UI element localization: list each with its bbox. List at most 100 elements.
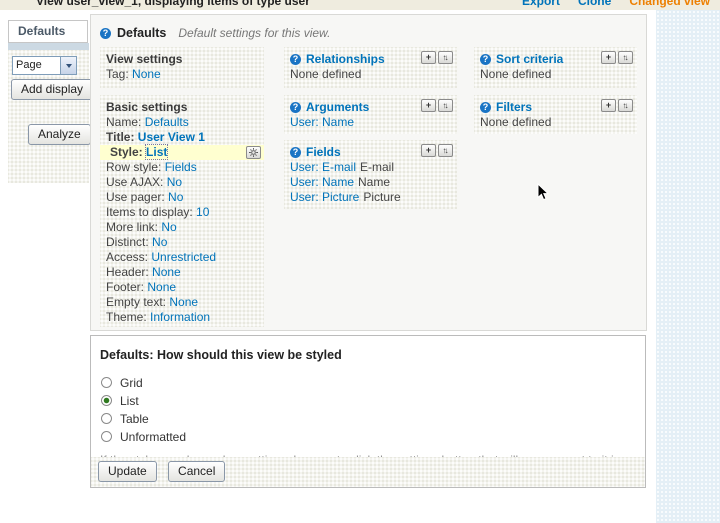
add-display-button[interactable]: Add display	[11, 79, 93, 100]
field-link[interactable]: User: Name	[290, 175, 354, 189]
fields-section: + ↑↓ ? Fields User: E-mail E-mail User: N…	[284, 140, 457, 209]
form-button-bar: Update Cancel	[91, 457, 645, 487]
cancel-button[interactable]: Cancel	[168, 461, 225, 482]
setting-label: Footer:	[106, 280, 144, 294]
view-settings-title: View settings	[106, 51, 258, 67]
row-style-value-link[interactable]: Fields	[165, 160, 197, 174]
help-icon[interactable]: ?	[480, 54, 491, 65]
field-item: User: E-mail E-mail	[290, 160, 451, 175]
field-suffix: E-mail	[360, 160, 394, 174]
theme-setting-row: Theme: Information	[106, 310, 258, 325]
use-pager-value-link[interactable]: No	[168, 190, 183, 204]
clone-link[interactable]: Clone	[578, 0, 611, 8]
basic-settings-title: Basic settings	[106, 99, 258, 115]
help-icon[interactable]: ?	[480, 102, 491, 113]
name-value-link[interactable]: Defaults	[145, 115, 189, 129]
more-link-value-link[interactable]: No	[161, 220, 176, 234]
panel-header: ? Defaults Default settings for this vie…	[100, 26, 330, 40]
items-to-display-value-link[interactable]: 10	[196, 205, 209, 219]
footer-setting-row: Footer: None	[106, 280, 258, 295]
tab-defaults[interactable]: Defaults	[8, 20, 88, 43]
display-type-select-value: Page	[13, 57, 60, 74]
more-link-setting-row: More link: No	[106, 220, 258, 235]
setting-label: Title:	[106, 130, 134, 144]
rearrange-icon[interactable]: ↑↓	[438, 144, 453, 157]
field-link[interactable]: User: Picture	[290, 190, 359, 204]
setting-label: Name:	[106, 115, 141, 129]
radio-icon[interactable]	[101, 377, 112, 388]
theme-value-link[interactable]: Information	[150, 310, 210, 324]
argument-link[interactable]: User: Name	[290, 115, 354, 129]
section-ops: + ↑↓	[421, 144, 453, 157]
name-setting-row: Name: Defaults	[106, 115, 258, 130]
setting-label: Style:	[110, 145, 143, 159]
setting-label: Use pager:	[106, 190, 165, 204]
help-icon[interactable]: ?	[290, 54, 301, 65]
display-type-select[interactable]: Page	[12, 56, 77, 75]
help-icon[interactable]: ?	[290, 102, 301, 113]
items-to-display-setting-row: Items to display: 10	[106, 205, 258, 220]
style-option-unformatted[interactable]: Unformatted	[101, 428, 645, 445]
rearrange-icon[interactable]: ↑↓	[438, 51, 453, 64]
use-ajax-value-link[interactable]: No	[167, 175, 182, 189]
style-option-grid[interactable]: Grid	[101, 374, 645, 391]
setting-label: Empty text:	[106, 295, 166, 309]
field-link[interactable]: User: E-mail	[290, 160, 356, 174]
header-value-link[interactable]: None	[152, 265, 181, 279]
field-suffix: Name	[358, 175, 390, 189]
argument-item: User: Name	[290, 115, 451, 130]
relationships-title-link[interactable]: Relationships	[306, 51, 385, 67]
field-suffix: Picture	[363, 190, 400, 204]
distinct-value-link[interactable]: No	[152, 235, 167, 249]
use-pager-setting-row: Use pager: No	[106, 190, 258, 205]
radio-icon[interactable]	[101, 413, 112, 424]
setting-label: Use AJAX:	[106, 175, 163, 189]
style-value-link[interactable]: List	[146, 145, 167, 159]
style-option-table[interactable]: Table	[101, 410, 645, 427]
help-icon[interactable]: ?	[290, 147, 301, 158]
analyze-button[interactable]: Analyze	[28, 124, 91, 145]
title-value-link[interactable]: User View 1	[138, 130, 205, 144]
style-settings-gear-button[interactable]	[246, 146, 261, 159]
empty-text-setting-row: Empty text: None	[106, 295, 258, 310]
sort-criteria-section: + ↑↓ ? Sort criteria None defined	[474, 47, 637, 88]
sort-criteria-empty: None defined	[480, 67, 631, 82]
style-option-list[interactable]: List	[101, 392, 645, 409]
access-setting-row: Access: Unrestricted	[106, 250, 258, 265]
tag-value-link[interactable]: None	[132, 67, 161, 81]
export-link[interactable]: Export	[522, 0, 560, 8]
field-item: User: Name Name	[290, 175, 451, 190]
radio-icon[interactable]	[101, 395, 112, 406]
add-icon[interactable]: +	[421, 99, 436, 112]
setting-label: Theme:	[106, 310, 147, 324]
filters-title-link[interactable]: Filters	[496, 99, 532, 115]
setting-label: Header:	[106, 265, 149, 279]
field-item: User: Picture Picture	[290, 190, 451, 205]
fields-title-link[interactable]: Fields	[306, 144, 341, 160]
rearrange-icon[interactable]: ↑↓	[438, 99, 453, 112]
add-icon[interactable]: +	[421, 51, 436, 64]
dropdown-arrow-icon	[60, 57, 76, 74]
tab-underline	[8, 43, 89, 50]
add-icon[interactable]: +	[601, 99, 616, 112]
panel-subtitle: Default settings for this view.	[178, 26, 330, 40]
sort-criteria-title-link[interactable]: Sort criteria	[496, 51, 563, 67]
arguments-section: + ↑↓ ? Arguments User: Name	[284, 95, 457, 134]
footer-value-link[interactable]: None	[147, 280, 176, 294]
radio-icon[interactable]	[101, 431, 112, 442]
use-ajax-setting-row: Use AJAX: No	[106, 175, 258, 190]
changed-view-link[interactable]: Changed view	[629, 0, 710, 8]
help-icon[interactable]: ?	[100, 28, 111, 39]
empty-text-value-link[interactable]: None	[169, 295, 198, 309]
section-ops: + ↑↓	[421, 51, 453, 64]
view-settings-section: View settings Tag: None	[100, 47, 264, 88]
top-links: Export Clone Changed view	[522, 0, 710, 8]
rearrange-icon[interactable]: ↑↓	[618, 99, 633, 112]
rearrange-icon[interactable]: ↑↓	[618, 51, 633, 64]
add-icon[interactable]: +	[421, 144, 436, 157]
access-value-link[interactable]: Unrestricted	[151, 250, 216, 264]
update-button[interactable]: Update	[98, 461, 157, 482]
distinct-setting-row: Distinct: No	[106, 235, 258, 250]
arguments-title-link[interactable]: Arguments	[306, 99, 369, 115]
add-icon[interactable]: +	[601, 51, 616, 64]
